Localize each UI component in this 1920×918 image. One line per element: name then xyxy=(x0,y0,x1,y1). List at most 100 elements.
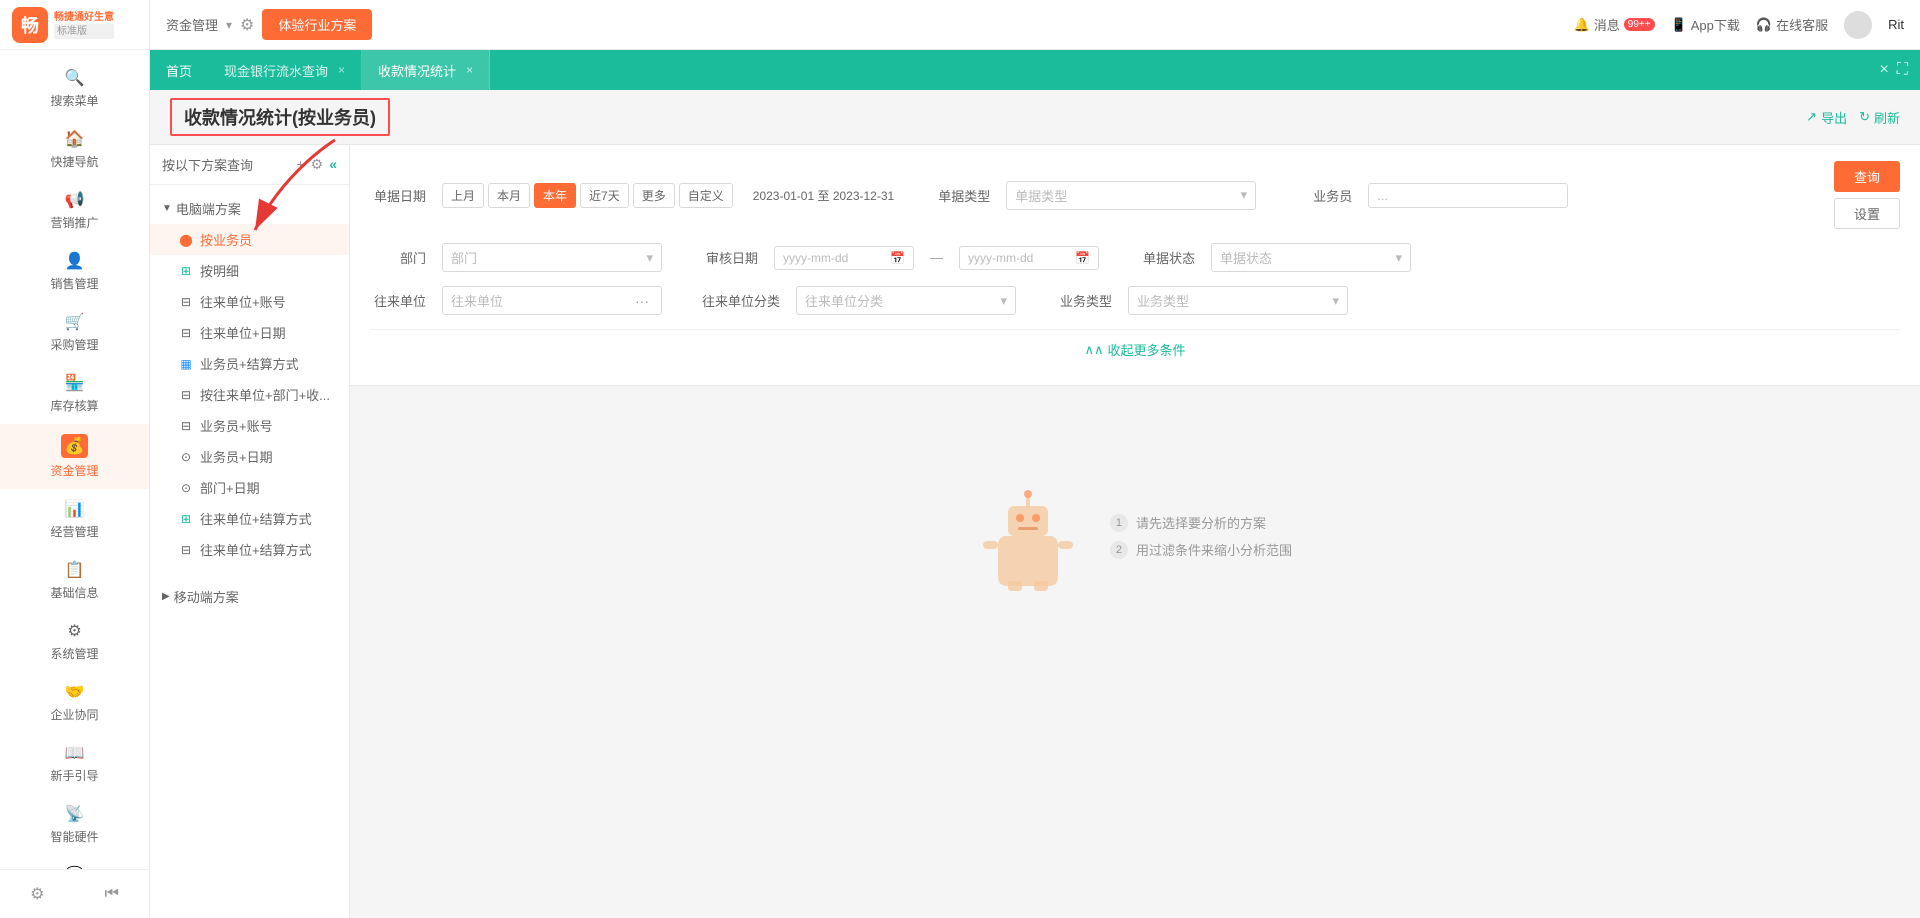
sidebar-item-guide[interactable]: 📖 新手引导 xyxy=(0,733,149,794)
sidebar-menu: 🔍 搜索菜单 🏠 快捷导航 📢 营销推广 👤 销售管理 🛒 采购管理 🏪 库存核… xyxy=(0,50,149,869)
date-btn-this-year[interactable]: 本年 xyxy=(534,183,576,208)
sidebar-item-finance[interactable]: 💰 资金管理 xyxy=(0,424,149,489)
sidebar-item-search[interactable]: 🔍 搜索菜单 xyxy=(0,58,149,119)
base-info-icon: 📋 xyxy=(65,560,85,580)
logo-area: 畅 畅捷通好生意 标准版 xyxy=(0,0,149,50)
scheme-settings-btn[interactable]: ⚙ xyxy=(311,156,324,173)
date-btn-custom[interactable]: 自定义 xyxy=(679,183,733,208)
tab-close-all-btn[interactable]: × xyxy=(1879,61,1888,79)
calendar-to-icon: 📅 xyxy=(1075,251,1090,265)
tree-desktop: ▼ 电脑端方案 ⬤ 按业务员 ⊞ 按明细 ⊟ 往来单位+账号 ⊟ 往来单位+ xyxy=(150,185,349,573)
tab-close-collection-stats[interactable]: × xyxy=(466,63,473,77)
tree-item-partner-settle2[interactable]: ⊟ 往来单位+结算方式 xyxy=(150,534,349,565)
collapse-filter-btn[interactable]: ∧∧ 收起更多条件 xyxy=(370,329,1900,369)
sidebar-item-purchase[interactable]: 🛒 采购管理 xyxy=(0,302,149,363)
filter-row-2: 部门 部门 ▾ 审核日期 yyyy-mm-dd 📅 — yyyy-mm-dd 📅 xyxy=(370,243,1900,272)
date-label: 单据日期 xyxy=(370,186,426,205)
sidebar-item-operation[interactable]: 📊 经营管理 xyxy=(0,489,149,550)
tree-item-by-detail[interactable]: ⊞ 按明细 xyxy=(150,255,349,286)
tab-bank-flow[interactable]: 现金银行流水查询 × xyxy=(208,50,362,90)
biz-type-select[interactable]: 业务类型 ▾ xyxy=(1128,286,1348,315)
staff-settle-icon: ▦ xyxy=(178,357,194,371)
voucher-type-label: 单据类型 xyxy=(934,186,990,205)
messages-badge: 99++ xyxy=(1624,18,1655,31)
tree-item-by-staff[interactable]: ⬤ 按业务员 xyxy=(150,224,349,255)
collapse-panel-btn[interactable]: « xyxy=(329,156,337,173)
tab-fullscreen-btn[interactable]: ⛶ xyxy=(1897,61,1908,79)
tree-item-staff-account[interactable]: ⊟ 业务员+账号 xyxy=(150,410,349,441)
date-btn-last-month[interactable]: 上月 xyxy=(442,183,484,208)
tab-close-bank-flow[interactable]: × xyxy=(338,63,345,77)
sidebar-item-corp-coop[interactable]: 🤝 企业协同 xyxy=(0,672,149,733)
sidebar-item-base-info[interactable]: 📋 基础信息 xyxy=(0,550,149,611)
trial-btn[interactable]: 体验行业方案 xyxy=(262,9,372,40)
page-title-bar: 收款情况统计(按业务员) ↗ 导出 ↻ 刷新 xyxy=(150,90,1920,145)
tree-item-partner-date[interactable]: ⊟ 往来单位+日期 xyxy=(150,317,349,348)
tree-item-partner-account[interactable]: ⊟ 往来单位+账号 xyxy=(150,286,349,317)
tree-item-partner-dept[interactable]: ⊟ 按往来单位+部门+收... xyxy=(150,379,349,410)
sidebar-item-smart-hw[interactable]: 📡 智能硬件 xyxy=(0,794,149,855)
partner-dots-btn[interactable]: ··· xyxy=(631,293,653,309)
tree-mobile-header[interactable]: ▶ 移动端方案 xyxy=(150,581,349,612)
logo-icon: 畅 xyxy=(12,7,48,43)
breadcrumb-chevron-icon[interactable]: ▾ xyxy=(226,18,232,32)
app-download-btn[interactable]: 📱 App下载 xyxy=(1671,15,1740,34)
staff-input[interactable]: ... xyxy=(1368,183,1568,208)
date-btn-group: 上月 本月 本年 近7天 更多 自定义 xyxy=(442,183,733,208)
sidebar-item-sales[interactable]: 👤 销售管理 xyxy=(0,241,149,302)
page-title-box: 收款情况统计(按业务员) xyxy=(170,98,390,136)
filter-settings-btn[interactable]: 设置 xyxy=(1834,198,1900,229)
sidebar-item-quick-nav[interactable]: 🏠 快捷导航 xyxy=(0,119,149,180)
sidebar-item-system[interactable]: ⚙ 系统管理 xyxy=(0,611,149,672)
messages-btn[interactable]: 🔔 消息 99++ xyxy=(1574,15,1655,34)
refresh-icon: ↻ xyxy=(1859,109,1870,125)
export-btn[interactable]: ↗ 导出 xyxy=(1806,108,1847,127)
partner-cat-select[interactable]: 往来单位分类 ▾ xyxy=(796,286,1016,315)
sidebar-item-marketing[interactable]: 📢 营销推广 xyxy=(0,180,149,241)
content-wrapper: 按以下方案查询 + ⚙ « ▼ 电脑端方案 ⬤ 按业务员 ⊞ xyxy=(150,145,1920,918)
date-btn-more[interactable]: 更多 xyxy=(633,183,675,208)
tree-item-staff-date[interactable]: ⊙ 业务员+日期 xyxy=(150,441,349,472)
user-avatar[interactable] xyxy=(1844,11,1872,39)
settings-footer-btn[interactable]: ⚙ xyxy=(26,880,48,908)
user-name[interactable]: Rit xyxy=(1888,17,1904,32)
tree-mobile: ▶ 移动端方案 xyxy=(150,573,349,620)
collapse-sidebar-btn[interactable]: ⏮ xyxy=(101,881,123,907)
biz-type-chevron-icon: ▾ xyxy=(1332,293,1339,309)
step-2-num: 2 xyxy=(1110,541,1128,559)
partner-label: 往来单位 xyxy=(370,291,426,310)
sidebar-item-warehouse[interactable]: 🏪 库存核算 xyxy=(0,363,149,424)
finance-icon: 💰 xyxy=(61,434,89,458)
audit-date-from[interactable]: yyyy-mm-dd 📅 xyxy=(774,246,914,270)
tree-item-dept-date[interactable]: ⊙ 部门+日期 xyxy=(150,472,349,503)
tab-home[interactable]: 首页 xyxy=(150,50,208,90)
tab-collection-stats[interactable]: 收款情况统计 × xyxy=(362,50,490,90)
tree-desktop-header[interactable]: ▼ 电脑端方案 xyxy=(150,193,349,224)
date-btn-7days[interactable]: 近7天 xyxy=(580,183,629,208)
partner-settle2-icon: ⊟ xyxy=(178,543,194,557)
partner-input[interactable]: 往来单位 ··· xyxy=(442,286,662,315)
page-actions: ↗ 导出 ↻ 刷新 xyxy=(1806,108,1900,127)
corp-coop-icon: 🤝 xyxy=(65,682,85,702)
guide-icon: 📖 xyxy=(65,743,85,763)
voucher-status-label: 单据状态 xyxy=(1139,248,1195,267)
collapse-icon: ∧∧ xyxy=(1084,342,1103,358)
voucher-type-select[interactable]: 单据类型 ▾ xyxy=(1006,181,1256,210)
dept-select[interactable]: 部门 ▾ xyxy=(442,243,662,272)
empty-step-2: 2 用过滤条件来缩小分析范围 xyxy=(1110,540,1292,559)
sidebar-item-wechat[interactable]: 💬 企业微信 xyxy=(0,855,149,869)
add-scheme-btn[interactable]: + xyxy=(296,156,304,173)
search-menu-icon: 🔍 xyxy=(65,68,85,88)
online-service-btn[interactable]: 🎧 在线客服 xyxy=(1756,15,1828,34)
date-btn-this-month[interactable]: 本月 xyxy=(488,183,530,208)
header-gear-icon[interactable]: ⚙ xyxy=(240,15,254,35)
tree-item-staff-settle[interactable]: ▦ 业务员+结算方式 xyxy=(150,348,349,379)
refresh-btn[interactable]: ↻ 刷新 xyxy=(1859,108,1900,127)
calendar-from-icon: 📅 xyxy=(890,251,905,265)
tree-item-partner-settle[interactable]: ⊞ 往来单位+结算方式 xyxy=(150,503,349,534)
query-btn[interactable]: 查询 xyxy=(1834,161,1900,192)
audit-date-to[interactable]: yyyy-mm-dd 📅 xyxy=(959,246,1099,270)
operation-icon: 📊 xyxy=(65,499,85,519)
voucher-status-select[interactable]: 单据状态 ▾ xyxy=(1211,243,1411,272)
panel-header-label: 按以下方案查询 xyxy=(162,155,253,174)
